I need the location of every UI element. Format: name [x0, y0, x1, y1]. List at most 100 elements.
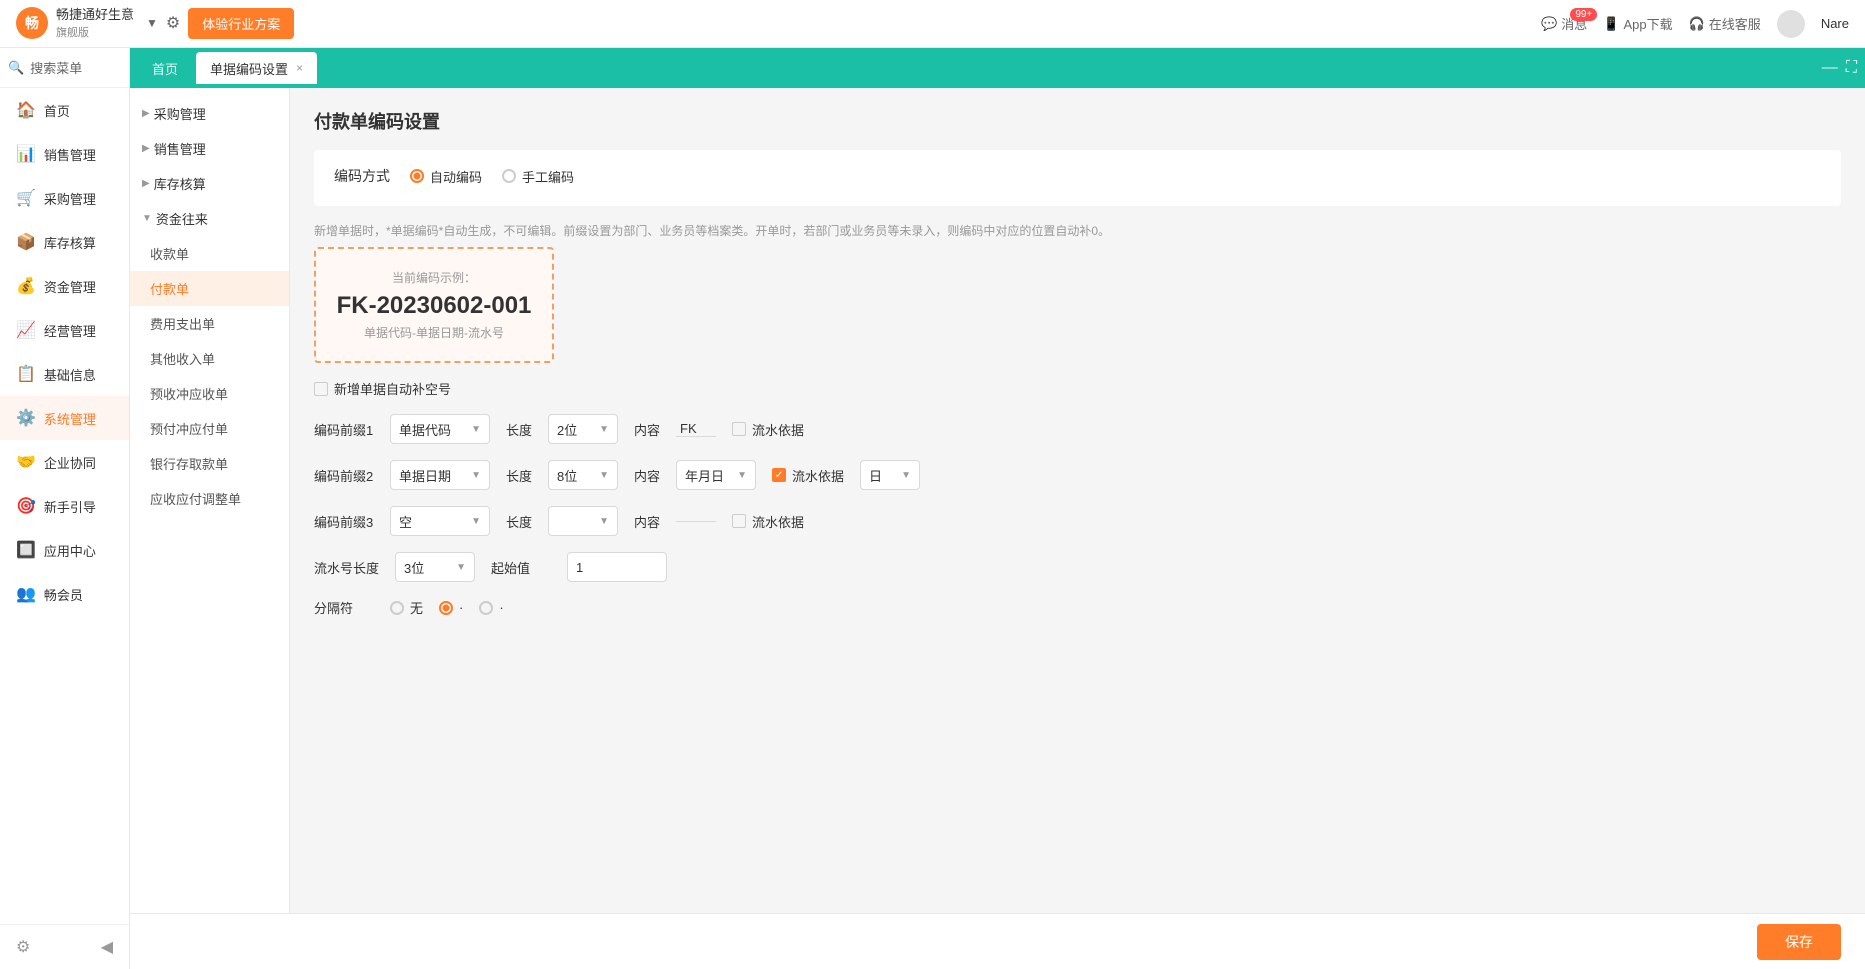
sidebar-item-label: 经营管理 [44, 321, 96, 340]
save-button[interactable]: 保存 [1757, 924, 1841, 960]
auto-code-option[interactable]: 自动编码 [410, 167, 482, 186]
sidebar-item-system[interactable]: ⚙️ 系统管理 [0, 396, 129, 440]
system-icon: ⚙️ [16, 408, 36, 428]
code-preview: 当前编码示例： FK-20230602-001 单据代码-单据日期-流水号 [314, 247, 554, 363]
sidebar-item-finance[interactable]: 💰 资金管理 [0, 264, 129, 308]
manual-code-radio[interactable] [502, 169, 516, 183]
sales-icon: 📊 [16, 144, 36, 164]
top-bar-right: 💬 消息 99+ 📱 App下载 🎧 在线客服 Nare [1541, 10, 1849, 38]
sep-dot2-option[interactable]: · [479, 600, 503, 615]
sub-menu-item-receipt[interactable]: 收款单 [130, 236, 289, 271]
prefix2-select[interactable]: 单据日期 ▼ [390, 460, 490, 490]
message-icon: 💬 [1541, 16, 1557, 32]
sidebar-item-basic[interactable]: 📋 基础信息 [0, 352, 129, 396]
length1-select[interactable]: 2位 ▼ [548, 414, 618, 444]
tab-code-setting[interactable]: 单据编码设置 × [196, 52, 317, 84]
sidebar-item-operations[interactable]: 📈 经营管理 [0, 308, 129, 352]
sidebar-item-purchase[interactable]: 🛒 采购管理 [0, 176, 129, 220]
sidebar-collapse-icon[interactable]: ◀ [101, 937, 113, 957]
tab-home[interactable]: 首页 [138, 52, 192, 84]
search-label: 搜索菜单 [30, 58, 82, 77]
sidebar-settings-icon[interactable]: ⚙ [16, 937, 30, 957]
sidebar-item-label: 新手引导 [44, 497, 96, 516]
sep-none-option[interactable]: 无 [390, 598, 423, 617]
code-method-label: 编码方式 [334, 166, 390, 186]
day-select[interactable]: 日 ▼ [860, 460, 920, 490]
sidebar-item-enterprise[interactable]: 🤝 企业协同 [0, 440, 129, 484]
sidebar-item-apps[interactable]: 🔲 应用中心 [0, 528, 129, 572]
sidebar-search[interactable]: 🔍 搜索菜单 [0, 48, 129, 88]
serial2-label: 流水依据 [792, 466, 844, 485]
sep-dot1-label: · [459, 600, 463, 615]
tab-expand-icon[interactable]: ⛶ [1846, 59, 1857, 77]
sub-menu-header-funds[interactable]: ▼ 资金往来 [130, 201, 289, 236]
sub-menu-item-payment[interactable]: 付款单 [130, 271, 289, 306]
sub-menu-header-inventory[interactable]: ▶ 库存核算 [130, 166, 289, 201]
length2-arrow: ▼ [599, 470, 609, 481]
sub-menu-item-other-income[interactable]: 其他收入单 [130, 341, 289, 376]
length2-label: 长度 [506, 466, 532, 485]
search-icon: 🔍 [8, 60, 24, 76]
sidebar-item-guide[interactable]: 🎯 新手引导 [0, 484, 129, 528]
length2-select[interactable]: 8位 ▼ [548, 460, 618, 490]
sep-none-radio[interactable] [390, 601, 404, 615]
prefix2-arrow: ▼ [471, 470, 481, 481]
tab-minimize-icon[interactable]: — [1822, 59, 1838, 77]
enterprise-icon: 🤝 [16, 452, 36, 472]
serial-length-select[interactable]: 3位 ▼ [395, 552, 475, 582]
serial2-checkbox[interactable]: ✓ [772, 468, 786, 482]
prefix-row-1: 编码前缀1 单据代码 ▼ 长度 2位 ▼ 内容 FK 流水依据 [314, 414, 1841, 444]
hint-text: 新增单据时，*单据编码*自动生成，不可编辑。前缀设置为部门、业务员等档案类。开单… [314, 222, 1841, 239]
sidebar-item-inventory[interactable]: 📦 库存核算 [0, 220, 129, 264]
sub-menu-item-pre-payment[interactable]: 预付冲应付单 [130, 411, 289, 446]
length3-label: 长度 [506, 512, 532, 531]
length2-value: 8位 [557, 466, 577, 485]
sub-menu-header-sales[interactable]: ▶ 销售管理 [130, 131, 289, 166]
company-dropdown-icon[interactable]: ▼ [146, 16, 158, 30]
prefix-row-3: 编码前缀3 空 ▼ 长度 ▼ 内容 流水依据 [314, 506, 1841, 536]
avatar[interactable] [1777, 10, 1805, 38]
sep-dot1-radio[interactable] [439, 601, 453, 615]
auto-fill-checkbox[interactable] [314, 382, 328, 396]
start-value-input[interactable] [567, 552, 667, 582]
content3-label: 内容 [634, 512, 660, 531]
sub-menu-item-pre-receipt[interactable]: 预收冲应收单 [130, 376, 289, 411]
manual-code-option[interactable]: 手工编码 [502, 167, 574, 186]
member-icon: 👥 [16, 584, 36, 604]
serial1-checkbox[interactable] [732, 422, 746, 436]
logo-text: 畅捷通好生意 [56, 7, 134, 24]
tab-bar: 首页 单据编码设置 × — ⛶ [130, 48, 1865, 88]
serial3-checkbox[interactable] [732, 514, 746, 528]
sub-menu-item-bank[interactable]: 银行存取款单 [130, 446, 289, 481]
sidebar-item-label: 资金管理 [44, 277, 96, 296]
trial-button[interactable]: 体验行业方案 [188, 8, 294, 39]
tab-bar-right: — ⛶ [1822, 59, 1857, 77]
sep-dot1-option[interactable]: · [439, 600, 463, 615]
prefix1-select[interactable]: 单据代码 ▼ [390, 414, 490, 444]
sep-dot2-radio[interactable] [479, 601, 493, 615]
serial3-check: 流水依据 [732, 512, 804, 531]
tab-close-icon[interactable]: × [296, 61, 303, 75]
app-download-item[interactable]: 📱 App下载 [1603, 14, 1672, 33]
sub-menu-group-purchase: ▶ 采购管理 [130, 96, 289, 131]
sidebar-item-home[interactable]: 🏠 首页 [0, 88, 129, 132]
length1-arrow: ▼ [599, 424, 609, 435]
prefix1-value: 单据代码 [399, 420, 451, 439]
sub-menu-item-expense[interactable]: 费用支出单 [130, 306, 289, 341]
sidebar-item-member[interactable]: 👥 畅会员 [0, 572, 129, 616]
top-bar: 畅 畅捷通好生意 旗舰版 ▼ ⚙ 体验行业方案 💬 消息 99+ 📱 App下载… [0, 0, 1865, 48]
settings-icon[interactable]: ⚙ [166, 13, 180, 33]
content1-label: 内容 [634, 420, 660, 439]
prefix3-select[interactable]: 空 ▼ [390, 506, 490, 536]
auto-code-radio[interactable] [410, 169, 424, 183]
tab-active-label: 单据编码设置 [210, 59, 288, 78]
message-item[interactable]: 💬 消息 99+ [1541, 14, 1587, 33]
arrow-icon: ▶ [142, 108, 150, 119]
online-service-item[interactable]: 🎧 在线客服 [1689, 14, 1761, 33]
page-content: 付款单编码设置 编码方式 自动编码 手工编码 [290, 88, 1865, 913]
content2-select[interactable]: 年月日 ▼ [676, 460, 756, 490]
sub-menu-header-purchase[interactable]: ▶ 采购管理 [130, 96, 289, 131]
length3-select[interactable]: ▼ [548, 506, 618, 536]
sub-menu-item-adjustment[interactable]: 应收应付调整单 [130, 481, 289, 516]
sidebar-item-sales[interactable]: 📊 销售管理 [0, 132, 129, 176]
